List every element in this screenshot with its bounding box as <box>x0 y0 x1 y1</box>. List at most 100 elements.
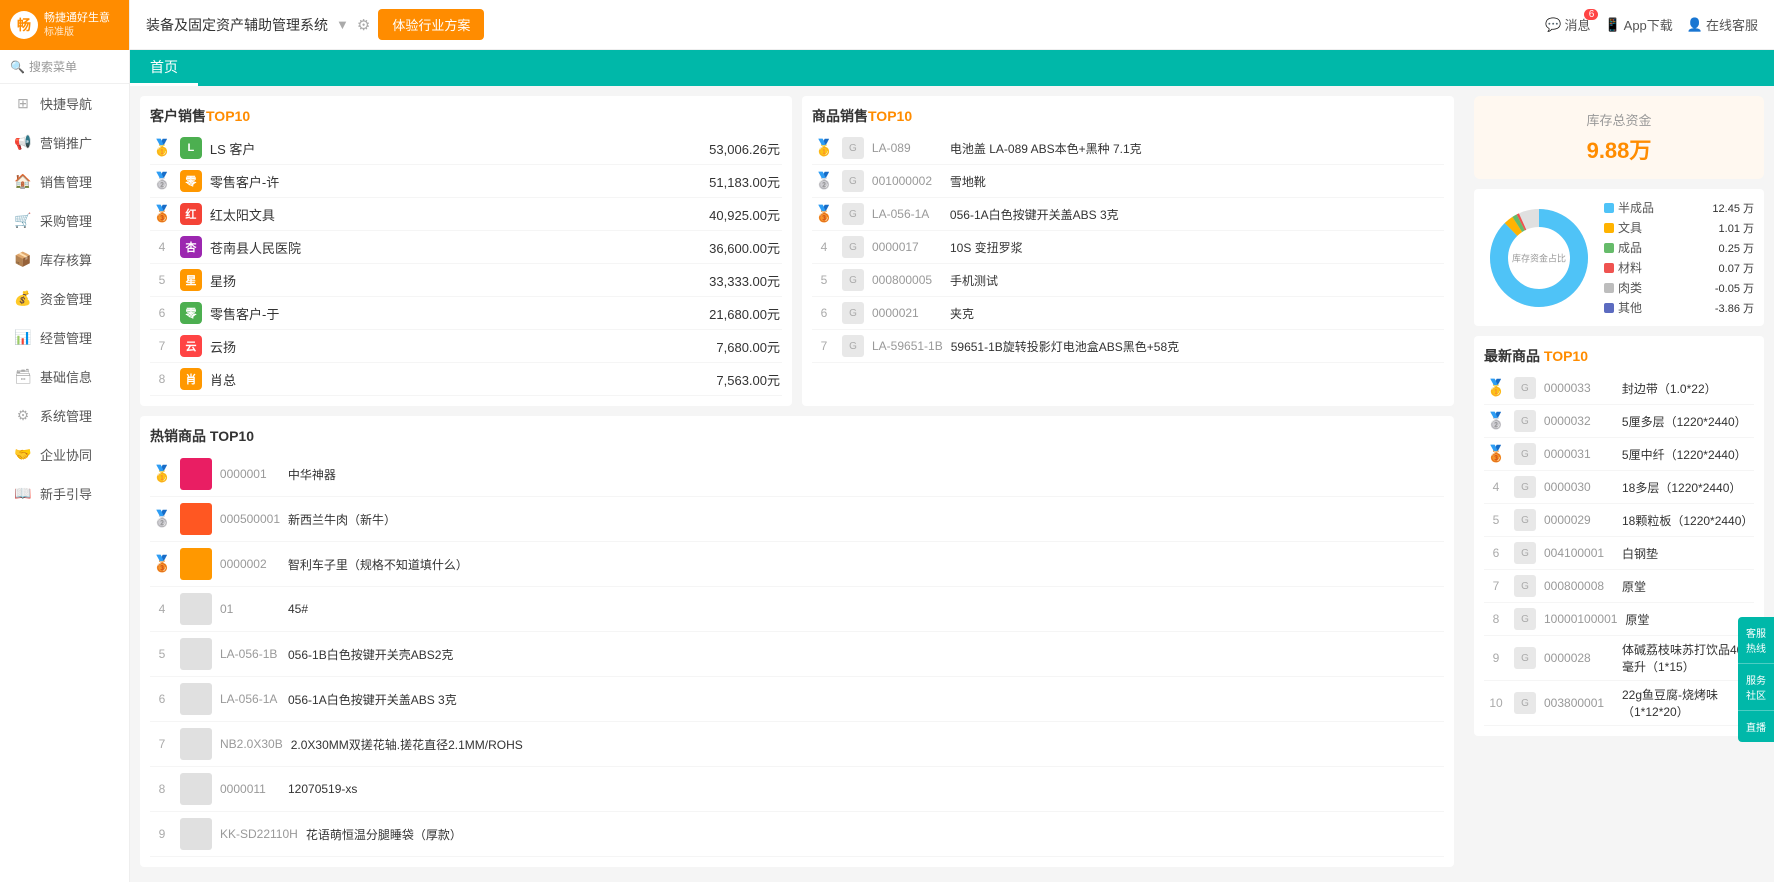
inventory-legend: 半成品 12.45 万 文具 1.01 万 成品 0.25 万 材料 0.07 … <box>1604 199 1754 316</box>
app-download-button[interactable]: 📱 App下载 <box>1604 15 1672 34</box>
sidebar-item-inventory[interactable]: 📦 库存核算 <box>0 240 129 279</box>
sidebar-logo: 畅 畅捷通好生意 标准版 <box>0 0 129 50</box>
legend-item: 半成品 12.45 万 <box>1604 199 1754 216</box>
legend-item: 材料 0.07 万 <box>1604 259 1754 276</box>
sidebar-item-finance[interactable]: 💰 资金管理 <box>0 279 129 318</box>
topsales-title: 商品销售TOP10 <box>812 106 912 126</box>
new-products-title: 最新商品 TOP10 <box>1484 346 1588 366</box>
message-badge: 6 <box>1584 9 1598 20</box>
customer-ranking-header: 客户销售TOP10 <box>150 106 782 126</box>
customer-ranking-panel: 客户销售TOP10 🥇 L LS 客户 53,006.26元 🥈 零 零售客户-… <box>140 96 792 406</box>
finance-icon: 💰 <box>14 290 32 307</box>
sidebar: 畅 畅捷通好生意 标准版 🔍 搜索菜单 ⊞ 快捷导航 📢 营销推广 🏠 销售管理… <box>0 0 130 882</box>
legend-item: 文具 1.01 万 <box>1604 219 1754 236</box>
sidebar-item-marketing[interactable]: 📢 营销推广 <box>0 123 129 162</box>
gear-icon[interactable]: ⚙ <box>357 16 370 34</box>
list-item: 6 LA-056-1A 056-1A白色按键开关盖ABS 3克 <box>150 677 1444 722</box>
table-row: 🥈 零 零售客户-许 51,183.00元 <box>150 165 782 198</box>
right-panel: 库存总资金 9.88万 <box>1464 86 1774 882</box>
list-item: 5 G 0000029 18颗粒板（1220*2440） <box>1484 504 1754 537</box>
trial-button[interactable]: 体验行业方案 <box>378 9 484 40</box>
guide-icon: 📖 <box>14 485 32 502</box>
list-item: 4 01 45# <box>150 587 1444 632</box>
list-item: 4 G 0000030 18多层（1220*2440） <box>1484 471 1754 504</box>
system-icon: ⚙ <box>14 407 32 424</box>
hot-products-panel: 热销商品 TOP10 🥇 0000001 中华神器 🥈 000500001 新西… <box>140 416 1454 867</box>
list-item: 🥉 G 0000031 5厘中纤（1220*2440） <box>1484 438 1754 471</box>
table-row: 6 G 0000021 夹克 <box>812 297 1444 330</box>
table-row: 5 星 星扬 33,333.00元 <box>150 264 782 297</box>
list-item: 8 G 10000100001 原堂 <box>1484 603 1754 636</box>
float-btn-1[interactable]: 服务社区 <box>1738 664 1774 711</box>
inventory-icon: 📦 <box>14 251 32 268</box>
main-area: 装备及固定资产辅助管理系统 ▼ ⚙ 体验行业方案 💬 消息 6 📱 App下载 … <box>130 0 1774 882</box>
table-row: 6 零 零售客户-于 21,680.00元 <box>150 297 782 330</box>
purchase-icon: 🛒 <box>14 212 32 229</box>
message-icon: 💬 <box>1545 17 1561 33</box>
system-name: 装备及固定资产辅助管理系统 <box>146 15 328 35</box>
legend-item: 肉类 -0.05 万 <box>1604 279 1754 296</box>
legend-item: 成品 0.25 万 <box>1604 239 1754 256</box>
float-btn-2[interactable]: 直播 <box>1738 711 1774 742</box>
list-item: 🥇 G 0000033 封边带（1.0*22） <box>1484 372 1754 405</box>
new-products-panel: 最新商品 TOP10 🥇 G 0000033 封边带（1.0*22） 🥈 G 0… <box>1474 336 1764 736</box>
content-area: 客户销售TOP10 🥇 L LS 客户 53,006.26元 🥈 零 零售客户-… <box>130 86 1774 882</box>
list-item: 9 KK-SD22110H 花语萌恒温分腿睡袋（厚款） <box>150 812 1444 857</box>
tab-home[interactable]: 首页 <box>130 50 198 86</box>
marketing-icon: 📢 <box>14 134 32 151</box>
topsales-panel: 商品销售TOP10 🥇 G LA-089 电池盖 LA-089 ABS本色+黑种… <box>802 96 1454 406</box>
list-item: 9 G 0000028 体碱荔枝味苏打饮品400毫升（1*15） <box>1484 636 1754 681</box>
list-item: 5 LA-056-1B 056-1B白色按键开关壳ABS2克 <box>150 632 1444 677</box>
sidebar-search[interactable]: 🔍 搜索菜单 <box>0 50 129 84</box>
table-row: 8 肖 肖总 7,563.00元 <box>150 363 782 396</box>
list-item: 7 G 000800008 原堂 <box>1484 570 1754 603</box>
topsales-table: 🥇 G LA-089 电池盖 LA-089 ABS本色+黑种 7.1克 🥈 G … <box>812 132 1444 363</box>
list-item: 6 G 004100001 白钢垫 <box>1484 537 1754 570</box>
dropdown-icon[interactable]: ▼ <box>336 17 349 32</box>
hot-products-title: 热销商品 TOP10 <box>150 426 254 446</box>
hot-products-header: 热销商品 TOP10 <box>150 426 1444 446</box>
sidebar-item-sales[interactable]: 🏠 销售管理 <box>0 162 129 201</box>
search-icon: 🔍 <box>10 60 25 74</box>
inventory-donut-section: 库存资金占比 半成品 12.45 万 文具 1.01 万 成品 0.25 万 材… <box>1474 189 1764 326</box>
list-item: 🥉 0000002 智利车子里（规格不知道填什么） <box>150 542 1444 587</box>
sidebar-item-enterprise[interactable]: 🤝 企业协同 <box>0 435 129 474</box>
table-row: 🥇 G LA-089 电池盖 LA-089 ABS本色+黑种 7.1克 <box>812 132 1444 165</box>
sales-icon: 🏠 <box>14 173 32 190</box>
sidebar-item-purchase[interactable]: 🛒 采购管理 <box>0 201 129 240</box>
sidebar-item-quicknav[interactable]: ⊞ 快捷导航 <box>0 84 129 123</box>
table-row: 7 云 云扬 7,680.00元 <box>150 330 782 363</box>
table-row: 5 G 000800005 手机测试 <box>812 264 1444 297</box>
new-products-list: 🥇 G 0000033 封边带（1.0*22） 🥈 G 0000032 5厘多层… <box>1484 372 1754 726</box>
quicknav-icon: ⊞ <box>14 95 32 112</box>
management-icon: 📊 <box>14 329 32 346</box>
hot-products-list: 🥇 0000001 中华神器 🥈 000500001 新西兰牛肉（新牛） 🥉 0… <box>150 452 1444 857</box>
topsales-header: 商品销售TOP10 <box>812 106 1444 126</box>
table-row: 7 G LA-59651-1B 59651-1B旋转投影灯电池盒ABS黑色+58… <box>812 330 1444 363</box>
list-item: 8 0000011 12070519-xs <box>150 767 1444 812</box>
enterprise-icon: 🤝 <box>14 446 32 463</box>
service-button[interactable]: 👤 在线客服 <box>1687 15 1758 34</box>
header-left: 装备及固定资产辅助管理系统 ▼ ⚙ 体验行业方案 <box>146 9 484 40</box>
donut-chart: 库存资金占比 <box>1484 203 1594 313</box>
sidebar-item-guide[interactable]: 📖 新手引导 <box>0 474 129 513</box>
sidebar-item-system[interactable]: ⚙ 系统管理 <box>0 396 129 435</box>
customer-ranking-title: 客户销售TOP10 <box>150 106 250 126</box>
inventory-card: 库存总资金 9.88万 <box>1474 96 1764 179</box>
sidebar-item-management[interactable]: 📊 经营管理 <box>0 318 129 357</box>
list-item: 7 NB2.0X30B 2.0X30MM双搓花轴.搓花直径2.1MM/ROHS <box>150 722 1444 767</box>
inventory-title: 库存总资金 <box>1490 110 1748 129</box>
header: 装备及固定资产辅助管理系统 ▼ ⚙ 体验行业方案 💬 消息 6 📱 App下载 … <box>130 0 1774 50</box>
table-row: 🥉 G LA-056-1A 056-1A白色按键开关盖ABS 3克 <box>812 198 1444 231</box>
baseinfo-icon: 🗃 <box>14 368 32 385</box>
sidebar-item-baseinfo[interactable]: 🗃 基础信息 <box>0 357 129 396</box>
table-row: 🥇 L LS 客户 53,006.26元 <box>150 132 782 165</box>
table-row: 4 杏 苍南县人民医院 36,600.00元 <box>150 231 782 264</box>
customer-ranking-table: 🥇 L LS 客户 53,006.26元 🥈 零 零售客户-许 51,183.0… <box>150 132 782 396</box>
table-row: 4 G 0000017 10S 变扭罗浆 <box>812 231 1444 264</box>
float-btn-0[interactable]: 客服热线 <box>1738 617 1774 664</box>
float-buttons: 客服热线服务社区直播 <box>1738 617 1774 742</box>
message-button[interactable]: 💬 消息 6 <box>1545 15 1590 34</box>
legend-item: 其他 -3.86 万 <box>1604 299 1754 316</box>
middle-column: 客户销售TOP10 🥇 L LS 客户 53,006.26元 🥈 零 零售客户-… <box>130 86 1464 882</box>
